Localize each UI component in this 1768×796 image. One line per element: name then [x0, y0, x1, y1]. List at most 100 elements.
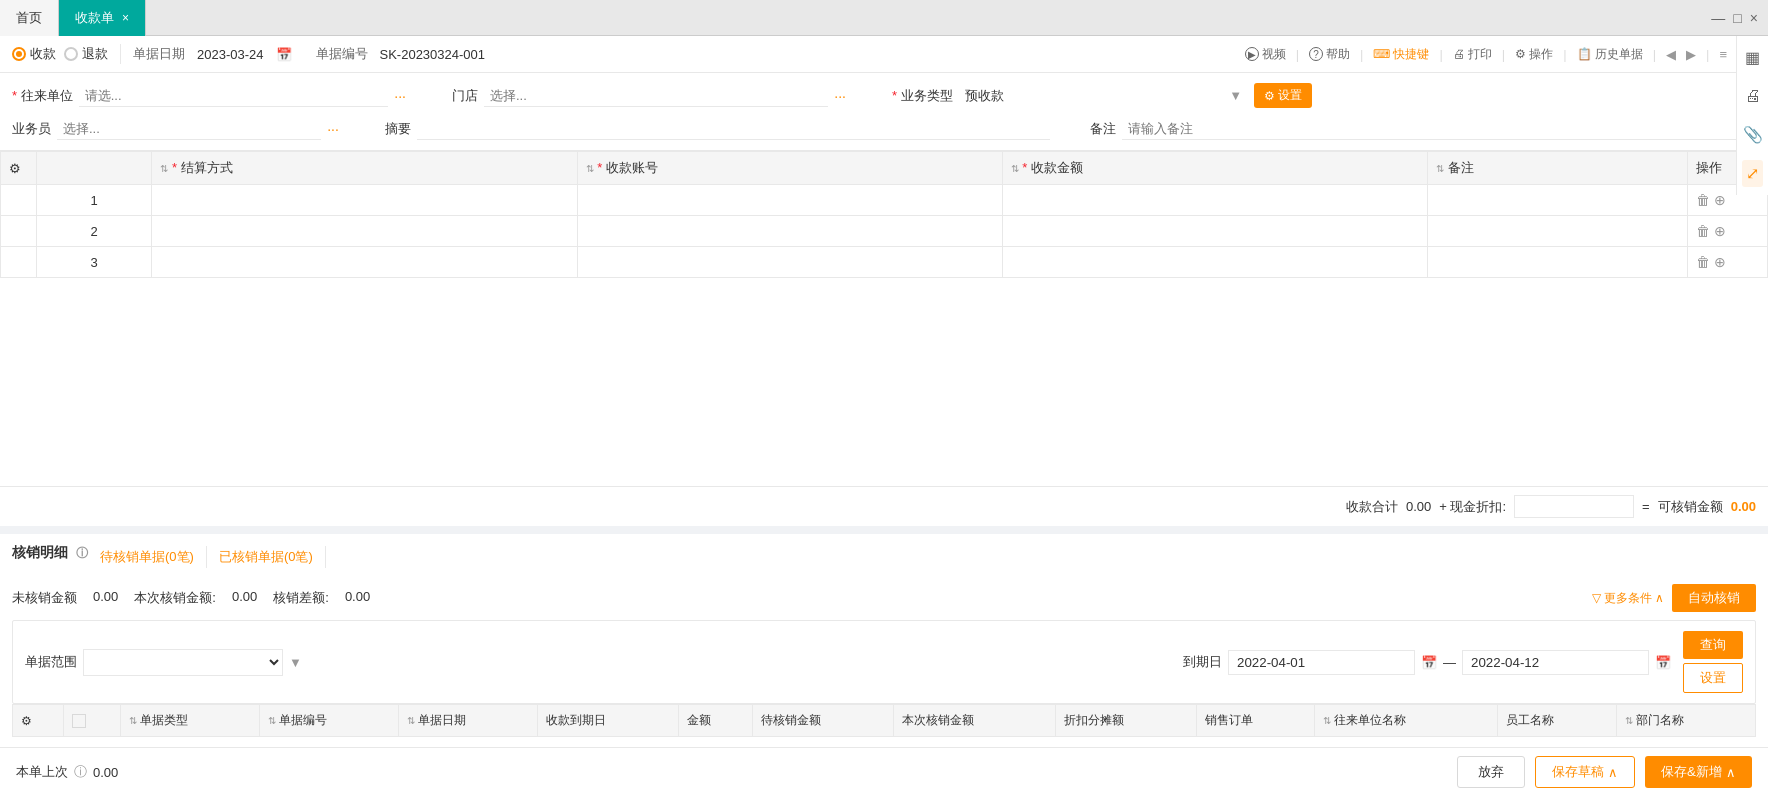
date-start-input[interactable]	[1228, 650, 1415, 675]
list-view-icon[interactable]: ≡	[1719, 47, 1727, 62]
cash-discount-input[interactable]	[1514, 495, 1634, 518]
bth-checkbox[interactable]	[64, 705, 121, 737]
last-order-info-icon[interactable]: ⓘ	[74, 763, 87, 781]
video-btn[interactable]: ▶ 视频	[1245, 46, 1286, 63]
counterparty-input[interactable]	[79, 85, 389, 107]
biz-type-field: * 业务类型 预收款 ▼	[892, 84, 1242, 108]
history-icon: 📋	[1577, 47, 1592, 61]
row-settlement-3[interactable]	[152, 247, 577, 278]
bth-date: ⇅ 单据日期	[399, 705, 538, 737]
writeoff-section: 核销明细 ⓘ 待核销单据(0笔) 已核销单据(0笔) 未核销金额 0.00 本次…	[0, 534, 1768, 747]
bth-pending-writeoff: 待核销金额	[753, 705, 893, 737]
biz-type-dropdown-icon[interactable]: ▼	[1229, 88, 1242, 103]
counterparty-label: * 往来单位	[12, 87, 79, 105]
summary-label: 摘要	[385, 120, 417, 138]
row-settings-1	[1, 185, 37, 216]
close-icon[interactable]: ×	[1750, 10, 1758, 26]
print-btn[interactable]: 🖨 打印	[1453, 46, 1492, 63]
equal-sign: =	[1642, 499, 1650, 514]
counterparty-more-btn[interactable]: ···	[388, 88, 412, 104]
operations-btn[interactable]: ⚙ 操作	[1515, 46, 1553, 63]
radio-refund[interactable]: 退款	[64, 45, 108, 63]
row-settlement-1[interactable]	[152, 185, 577, 216]
sidebar-print-icon[interactable]: 🖨	[1741, 83, 1765, 109]
calendar-start-icon[interactable]: 📅	[1421, 655, 1437, 670]
more-conditions-btn[interactable]: ▽ 更多条件 ∧	[1592, 590, 1664, 607]
nav-right-icon[interactable]: ▶	[1686, 47, 1696, 62]
salesperson-input[interactable]	[57, 118, 321, 140]
row-delete-1[interactable]: 🗑	[1696, 192, 1710, 208]
due-date-label: 到期日	[1183, 653, 1222, 671]
calendar-end-icon[interactable]: 📅	[1655, 655, 1671, 670]
date-end-input[interactable]	[1462, 650, 1649, 675]
row-delete-2[interactable]: 🗑	[1696, 223, 1710, 239]
row-copy-3[interactable]: ⊕	[1714, 254, 1726, 270]
bth-amount: 金额	[678, 705, 753, 737]
save-new-btn[interactable]: 保存&新增 ∧	[1645, 756, 1752, 788]
radio-collection[interactable]: 收款	[12, 45, 56, 63]
remarks-input[interactable]	[1122, 118, 1756, 140]
history-btn[interactable]: 📋 历史单据	[1577, 46, 1643, 63]
last-order-value: 0.00	[93, 765, 118, 780]
scope-dropdown-icon: ▼	[289, 655, 302, 670]
row-account-3[interactable]	[577, 247, 1002, 278]
done-tab[interactable]: 已核销单据(0笔)	[207, 546, 326, 568]
row-notes-2[interactable]	[1427, 216, 1687, 247]
table-row: 3 🗑 ⊕	[1, 247, 1768, 278]
nav-left-icon[interactable]: ◀	[1666, 47, 1676, 62]
tab-collection[interactable]: 收款单 ×	[59, 0, 146, 36]
row-notes-1[interactable]	[1427, 185, 1687, 216]
bottom-table-header-row: ⚙ ⇅ 单据类型 ⇅ 单据编号 ⇅ 单据日期	[13, 705, 1756, 737]
row-settlement-2[interactable]	[152, 216, 577, 247]
summary-row: 收款合计 0.00 + 现金折扣: = 可核销金额 0.00	[0, 486, 1768, 526]
settings-main-btn[interactable]: ⚙ 设置	[1254, 83, 1312, 108]
row-amount-3[interactable]	[1002, 247, 1427, 278]
sidebar-expand-icon[interactable]: ⤢	[1742, 160, 1763, 187]
row-copy-2[interactable]: ⊕	[1714, 223, 1726, 239]
collection-total-value: 0.00	[1406, 499, 1431, 514]
footer-right: 放弃 保存草稿 ∧ 保存&新增 ∧	[1457, 756, 1752, 788]
summary-input[interactable]	[417, 118, 1051, 140]
salesperson-label: 业务员	[12, 120, 57, 138]
section-divider	[0, 526, 1768, 534]
sidebar-table-icon[interactable]: ▦	[1741, 44, 1764, 71]
calendar-icon[interactable]: 📅	[276, 47, 292, 62]
save-draft-btn[interactable]: 保存草稿 ∧	[1535, 756, 1635, 788]
query-btn[interactable]: 查询	[1683, 631, 1743, 659]
unverified-label: 未核销金额	[12, 589, 77, 607]
bth-settings[interactable]: ⚙	[13, 705, 64, 737]
tab-close-icon[interactable]: ×	[122, 11, 129, 25]
help-btn[interactable]: ? 帮助	[1309, 46, 1350, 63]
scope-select[interactable]	[83, 649, 283, 676]
salesperson-more-btn[interactable]: ···	[321, 121, 345, 137]
tab-home[interactable]: 首页	[0, 0, 59, 36]
writeoff-settings-btn[interactable]: 设置	[1683, 663, 1743, 693]
bill-date-value: 2023-03-24	[197, 47, 264, 62]
row-copy-1[interactable]: ⊕	[1714, 192, 1726, 208]
writeoff-filter: 单据范围 ▼ 到期日 📅 — 📅 查询 设置	[12, 620, 1756, 704]
table-row-num-header	[37, 152, 152, 185]
row-account-2[interactable]	[577, 216, 1002, 247]
minimize-icon[interactable]: —	[1711, 10, 1725, 26]
row-amount-2[interactable]	[1002, 216, 1427, 247]
auto-writeoff-btn[interactable]: 自动核销	[1672, 584, 1756, 612]
store-input[interactable]	[484, 85, 828, 107]
pending-tab[interactable]: 待核销单据(0笔)	[100, 546, 207, 568]
last-order-label: 本单上次	[16, 763, 68, 781]
row-notes-3[interactable]	[1427, 247, 1687, 278]
discard-btn[interactable]: 放弃	[1457, 756, 1525, 788]
table-settings-header[interactable]: ⚙	[1, 152, 37, 185]
row-delete-3[interactable]: 🗑	[1696, 254, 1710, 270]
sidebar-attach-icon[interactable]: 📎	[1739, 121, 1767, 148]
row-amount-1[interactable]	[1002, 185, 1427, 216]
toolbar-divider-1	[120, 44, 121, 64]
diff-value: 0.00	[345, 589, 370, 607]
footer-left: 本单上次 ⓘ 0.00	[16, 763, 118, 781]
table-amount-header: ⇅ * 收款金额	[1002, 152, 1427, 185]
writeoff-info-icon[interactable]: ⓘ	[76, 545, 88, 562]
row-account-1[interactable]	[577, 185, 1002, 216]
store-more-btn[interactable]: ···	[828, 88, 852, 104]
form-row-2: 业务员 ··· 摘要 备注	[12, 118, 1756, 140]
shortcut-btn[interactable]: ⌨ 快捷键	[1373, 46, 1429, 63]
restore-icon[interactable]: □	[1733, 10, 1741, 26]
